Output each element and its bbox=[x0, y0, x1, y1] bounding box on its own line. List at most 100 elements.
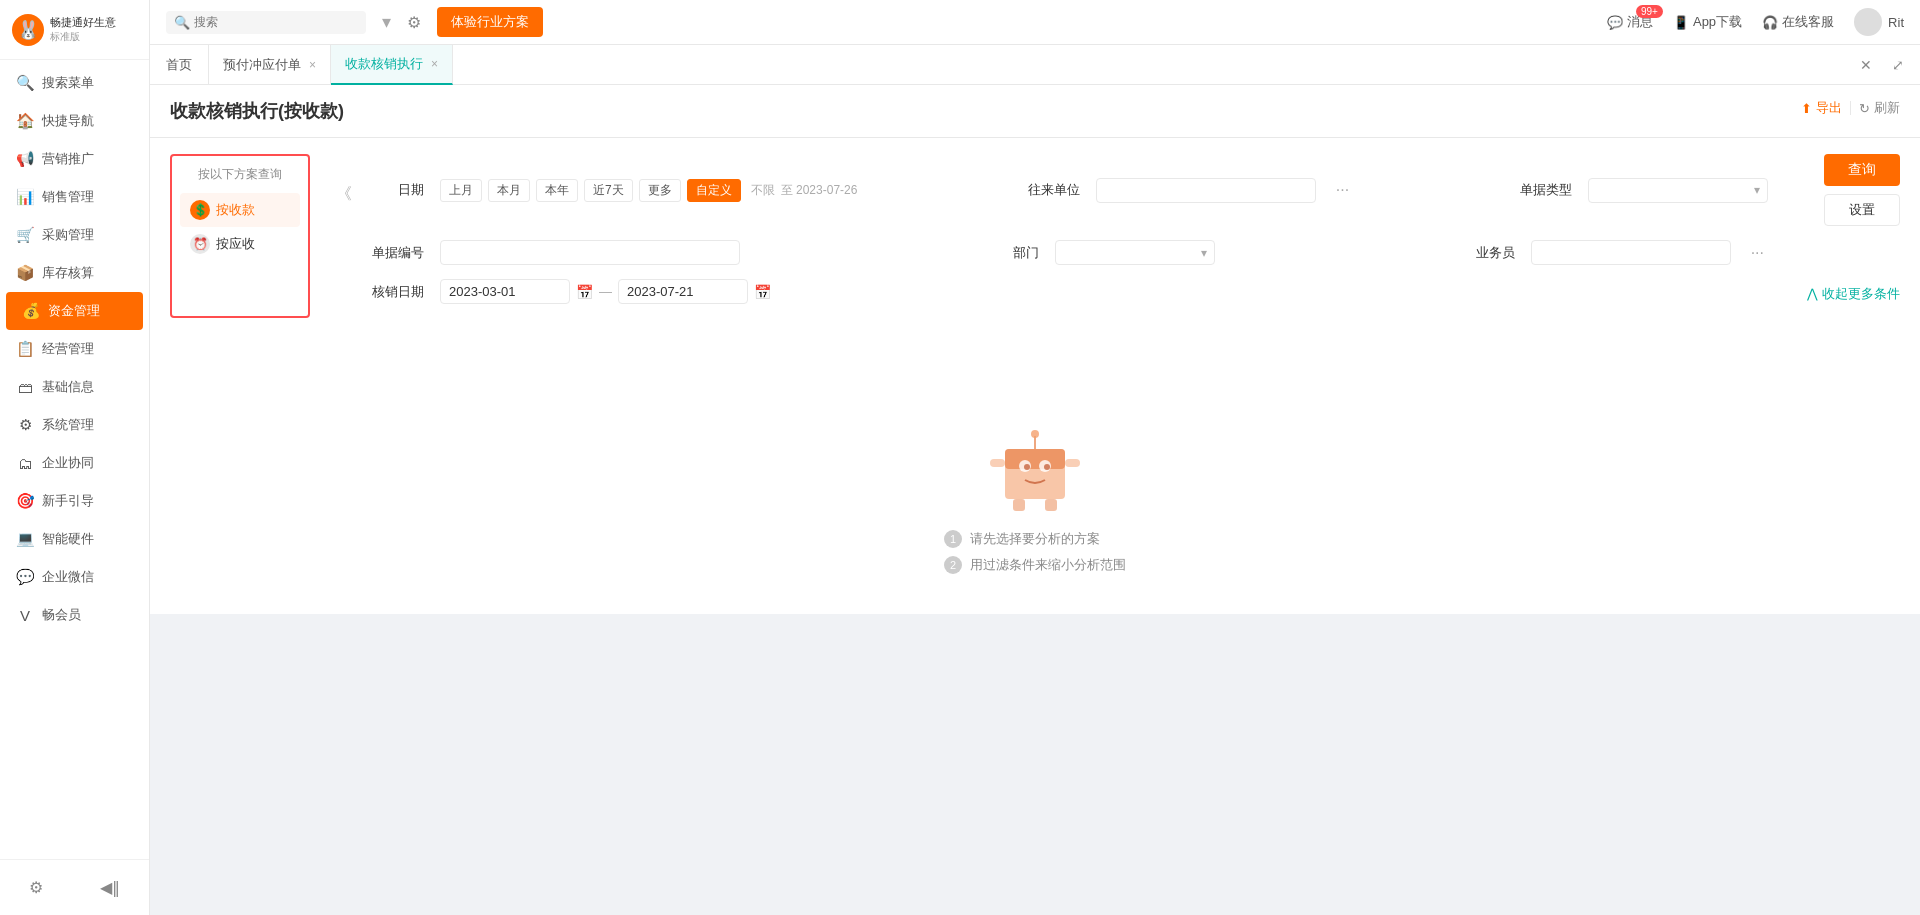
topbar-dropdown-icon[interactable]: ▾ bbox=[382, 11, 391, 33]
bill-type-select[interactable] bbox=[1588, 178, 1768, 203]
solution-button[interactable]: 体验行业方案 bbox=[437, 7, 543, 37]
sidebar-item-label: 企业协同 bbox=[42, 454, 94, 472]
receipt-icon: 💲 bbox=[190, 200, 210, 220]
inventory-icon: 📦 bbox=[16, 264, 34, 282]
empty-illustration bbox=[975, 414, 1095, 514]
sidebar-item-label: 资金管理 bbox=[48, 302, 100, 320]
finance-icon: 💰 bbox=[22, 302, 40, 320]
sidebar-item-guide[interactable]: 🎯 新手引导 bbox=[0, 482, 149, 520]
staff-more-icon[interactable]: ··· bbox=[1751, 244, 1764, 262]
gear-icon[interactable]: ⚙ bbox=[407, 13, 421, 32]
date-btn-this-year[interactable]: 本年 bbox=[536, 179, 578, 202]
content-body: 1 请先选择要分析的方案 2 用过滤条件来缩小分析范围 bbox=[150, 334, 1920, 614]
sidebar-item-vip[interactable]: V 畅会员 bbox=[0, 596, 149, 634]
filter-option-by-receipt[interactable]: 💲 按收款 bbox=[180, 193, 300, 227]
bill-type-label: 单据类型 bbox=[1512, 181, 1572, 199]
sidebar-item-label: 快捷导航 bbox=[42, 112, 94, 130]
refresh-icon: ↻ bbox=[1859, 101, 1870, 116]
app-download-link[interactable]: 📱 App下载 bbox=[1673, 13, 1742, 31]
query-button[interactable]: 查询 bbox=[1824, 154, 1900, 186]
search-input[interactable] bbox=[194, 15, 334, 29]
app-icon: 📱 bbox=[1673, 15, 1689, 30]
wechat-icon: 💬 bbox=[16, 568, 34, 586]
cal-icon-end[interactable]: 📅 bbox=[754, 284, 771, 300]
sidebar-item-hardware[interactable]: 💻 智能硬件 bbox=[0, 520, 149, 558]
setting-button[interactable]: 设置 bbox=[1824, 194, 1900, 226]
date-btn-custom[interactable]: 自定义 bbox=[687, 179, 741, 202]
sidebar-item-operations[interactable]: 📋 经营管理 bbox=[0, 330, 149, 368]
message-badge: 99+ bbox=[1636, 5, 1663, 18]
sidebar-item-system[interactable]: ⚙ 系统管理 bbox=[0, 406, 149, 444]
tab-verify[interactable]: 收款核销执行 × bbox=[331, 45, 453, 85]
refresh-button[interactable]: ↻ 刷新 bbox=[1859, 99, 1900, 117]
tab-prepay-close[interactable]: × bbox=[309, 45, 316, 85]
sidebar-item-quick-nav[interactable]: 🏠 快捷导航 bbox=[0, 102, 149, 140]
sidebar: 🐰 畅捷通好生意 标准版 🔍 搜索菜单 🏠 快捷导航 📢 营销推广 📊 销售管理… bbox=[0, 0, 150, 915]
verify-date-group: 📅 — 📅 bbox=[440, 279, 771, 304]
home-icon: 🏠 bbox=[16, 112, 34, 130]
sidebar-item-inventory[interactable]: 📦 库存核算 bbox=[0, 254, 149, 292]
page-title: 收款核销执行(按收款) bbox=[170, 99, 344, 137]
tab-expand-btn[interactable]: ⤢ bbox=[1884, 51, 1912, 79]
verify-date-start[interactable] bbox=[440, 279, 570, 304]
empty-tips: 1 请先选择要分析的方案 2 用过滤条件来缩小分析范围 bbox=[944, 530, 1126, 574]
filter-sidebar-title: 按以下方案查询 bbox=[180, 166, 300, 183]
sidebar-item-finance[interactable]: 💰 资金管理 bbox=[6, 292, 143, 330]
sidebar-item-basic-info[interactable]: 🗃 基础信息 bbox=[0, 368, 149, 406]
sidebar-item-label: 智能硬件 bbox=[42, 530, 94, 548]
page-header-actions: ⬆ 导出 ↻ 刷新 bbox=[1801, 99, 1900, 131]
action-buttons: 查询 设置 bbox=[1824, 154, 1900, 226]
tab-verify-close[interactable]: × bbox=[431, 44, 438, 84]
sidebar-item-label: 营销推广 bbox=[42, 150, 94, 168]
cal-icon-start[interactable]: 📅 bbox=[576, 284, 593, 300]
vip-icon: V bbox=[16, 607, 34, 624]
filter-collapse-button[interactable]: 《 bbox=[334, 184, 354, 205]
logo: 🐰 畅捷通好生意 标准版 bbox=[0, 0, 149, 60]
filter-option-by-receivable[interactable]: ⏰ 按应收 bbox=[180, 227, 300, 261]
sidebar-item-wechat[interactable]: 💬 企业微信 bbox=[0, 558, 149, 596]
collapse-sidebar-btn[interactable]: ◀‖ bbox=[88, 870, 132, 905]
receivable-icon: ⏰ bbox=[190, 234, 210, 254]
sidebar-item-marketing[interactable]: 📢 营销推广 bbox=[0, 140, 149, 178]
date-btn-more[interactable]: 更多 bbox=[639, 179, 681, 202]
dept-select[interactable] bbox=[1055, 240, 1215, 265]
collapse-more-button[interactable]: ⋀ 收起更多条件 bbox=[1807, 285, 1900, 303]
counterparty-input[interactable] bbox=[1096, 178, 1316, 203]
export-icon: ⬆ bbox=[1801, 101, 1812, 116]
filter-main: 日期 上月 本月 本年 近7天 更多 自定义 不限 至 2023-07-26 往… bbox=[364, 154, 1900, 318]
hardware-icon: 💻 bbox=[16, 530, 34, 548]
sidebar-item-label: 经营管理 bbox=[42, 340, 94, 358]
tabbar-actions: ✕ ⤢ bbox=[1852, 51, 1920, 79]
date-label: 日期 bbox=[364, 181, 424, 199]
bill-no-input[interactable] bbox=[440, 240, 740, 265]
date-btn-7days[interactable]: 近7天 bbox=[584, 179, 633, 202]
filter-sidebar: 按以下方案查询 💲 按收款 ⏰ 按应收 bbox=[170, 154, 310, 318]
sidebar-item-purchase[interactable]: 🛒 采购管理 bbox=[0, 216, 149, 254]
svg-point-7 bbox=[1031, 430, 1039, 438]
user-info[interactable]: Rit bbox=[1854, 8, 1904, 36]
page-content: 收款核销执行(按收款) ⬆ 导出 ↻ 刷新 按以下方案查询 💲 按 bbox=[150, 85, 1920, 915]
sidebar-item-search[interactable]: 🔍 搜索菜单 bbox=[0, 64, 149, 102]
system-icon: ⚙ bbox=[16, 416, 34, 434]
counterparty-more-icon[interactable]: ··· bbox=[1336, 181, 1349, 199]
tip-num-2: 2 bbox=[944, 556, 962, 574]
settings-icon[interactable]: ⚙ bbox=[17, 870, 55, 905]
tab-prepay[interactable]: 预付冲应付单 × bbox=[209, 45, 331, 85]
staff-input[interactable] bbox=[1531, 240, 1731, 265]
sidebar-bottom: ⚙ ◀‖ bbox=[0, 859, 149, 915]
sidebar-item-sales[interactable]: 📊 销售管理 bbox=[0, 178, 149, 216]
date-btn-this-month[interactable]: 本月 bbox=[488, 179, 530, 202]
tab-home[interactable]: 首页 bbox=[150, 45, 209, 85]
online-service-link[interactable]: 🎧 在线客服 bbox=[1762, 13, 1834, 31]
message-button[interactable]: 💬 消息 99+ bbox=[1607, 13, 1653, 31]
verify-date-end[interactable] bbox=[618, 279, 748, 304]
message-icon: 💬 bbox=[1607, 15, 1623, 30]
tab-close-btn[interactable]: ✕ bbox=[1852, 51, 1880, 79]
svg-point-5 bbox=[1044, 464, 1050, 470]
sidebar-item-enterprise[interactable]: 🗂 企业协同 bbox=[0, 444, 149, 482]
svg-rect-8 bbox=[990, 459, 1005, 467]
search-box[interactable]: 🔍 bbox=[166, 11, 366, 34]
export-button[interactable]: ⬆ 导出 bbox=[1801, 99, 1842, 117]
sidebar-nav: 🔍 搜索菜单 🏠 快捷导航 📢 营销推广 📊 销售管理 🛒 采购管理 📦 库存核… bbox=[0, 60, 149, 859]
date-btn-last-month[interactable]: 上月 bbox=[440, 179, 482, 202]
